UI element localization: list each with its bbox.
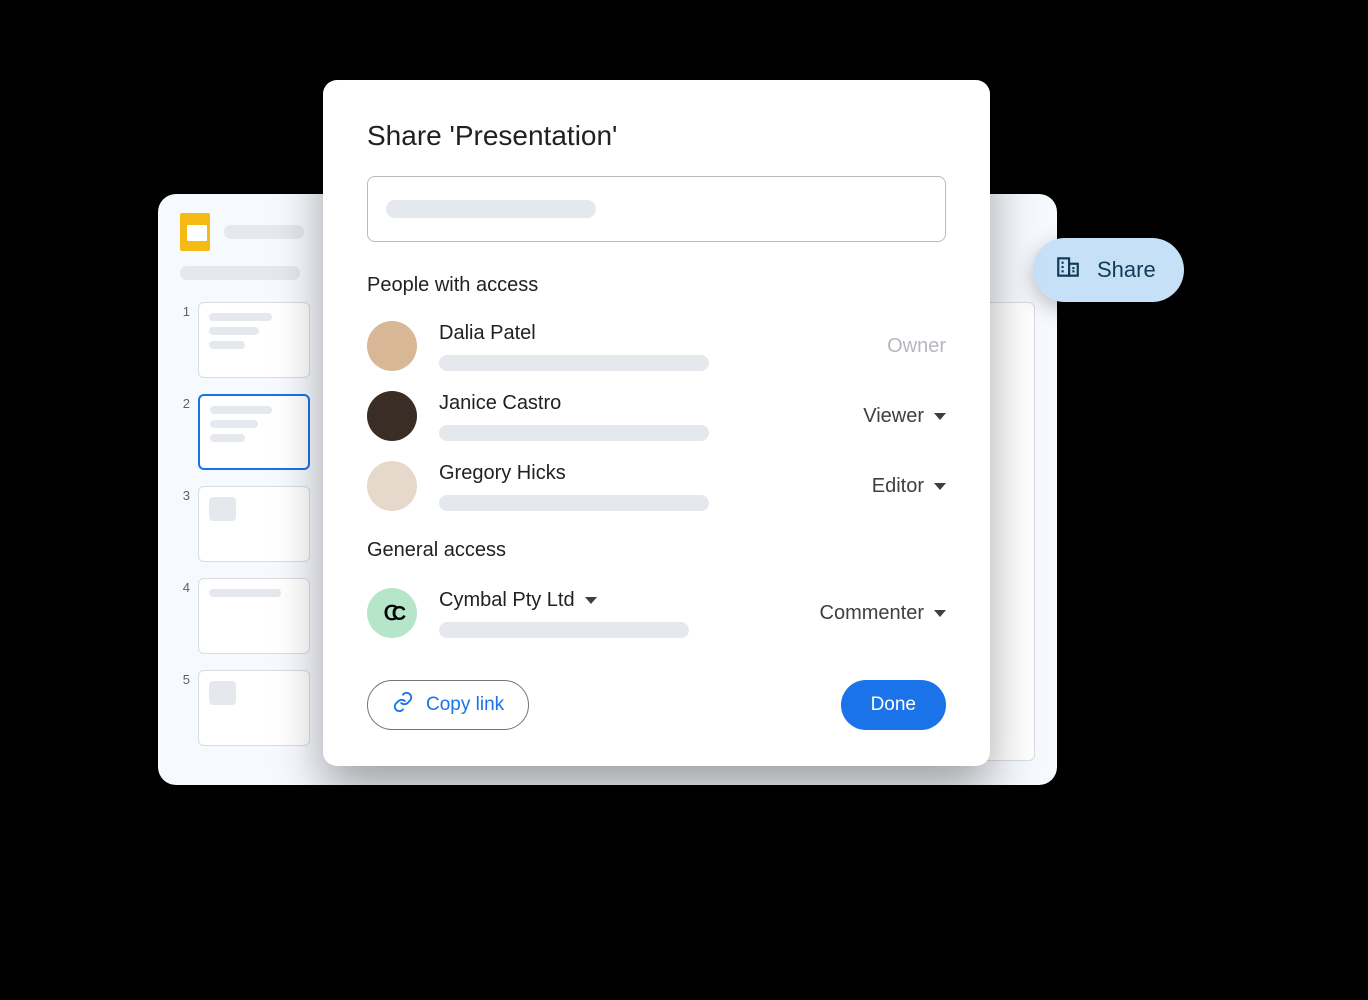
org-subtext-placeholder	[439, 622, 689, 638]
editor-toolbar-placeholder	[180, 266, 300, 280]
people-with-access-heading: People with access	[367, 274, 946, 297]
person-email-placeholder	[439, 495, 709, 511]
chevron-down-icon	[934, 610, 946, 617]
avatar	[367, 461, 417, 511]
building-icon	[1055, 254, 1081, 286]
copy-link-label: Copy link	[426, 694, 504, 716]
done-button[interactable]: Done	[841, 680, 946, 730]
share-dialog: Share 'Presentation' People with access …	[323, 80, 990, 766]
person-name: Gregory Hicks	[439, 462, 850, 485]
slide-thumbnail[interactable]: 3	[180, 486, 316, 562]
chevron-down-icon	[934, 483, 946, 490]
avatar	[367, 391, 417, 441]
done-label: Done	[871, 694, 916, 715]
slide-thumbnail-strip: 1 2 3 4 5	[180, 302, 316, 761]
person-name: Janice Castro	[439, 392, 841, 415]
slide-number: 1	[180, 304, 190, 319]
share-button-label: Share	[1097, 257, 1156, 283]
general-access-heading: General access	[367, 539, 946, 562]
slide-number: 4	[180, 580, 190, 595]
person-email-placeholder	[439, 355, 709, 371]
avatar	[367, 321, 417, 371]
org-scope-dropdown[interactable]: Cymbal Pty Ltd	[439, 589, 798, 612]
copy-link-button[interactable]: Copy link	[367, 680, 529, 730]
slide-thumbnail[interactable]: 5	[180, 670, 316, 746]
dialog-title: Share 'Presentation'	[367, 120, 946, 152]
slide-number: 2	[180, 396, 190, 411]
org-avatar: ⅭC	[367, 588, 417, 638]
chevron-down-icon	[585, 597, 597, 604]
input-placeholder	[386, 200, 596, 218]
person-row: Dalia Patel Owner	[367, 311, 946, 381]
slide-thumbnail[interactable]: 1	[180, 302, 316, 378]
role-dropdown[interactable]: Viewer	[863, 405, 946, 428]
person-name: Dalia Patel	[439, 322, 865, 345]
person-row: Gregory Hicks Editor	[367, 451, 946, 521]
org-initials: ⅭC	[384, 601, 400, 626]
add-people-input[interactable]	[367, 176, 946, 242]
doc-title-placeholder	[224, 225, 304, 239]
link-icon	[392, 691, 414, 719]
slide-thumbnail[interactable]: 2	[180, 394, 316, 470]
google-slides-logo-icon	[180, 213, 210, 251]
slide-number: 3	[180, 488, 190, 503]
org-name: Cymbal Pty Ltd	[439, 589, 575, 612]
role-dropdown[interactable]: Editor	[872, 475, 946, 498]
general-access-row: ⅭC Cymbal Pty Ltd Commenter	[367, 576, 946, 650]
role-label: Owner	[887, 335, 946, 358]
chevron-down-icon	[934, 413, 946, 420]
role-dropdown[interactable]: Commenter	[820, 602, 946, 625]
slide-thumbnail[interactable]: 4	[180, 578, 316, 654]
person-row: Janice Castro Viewer	[367, 381, 946, 451]
share-button[interactable]: Share	[1033, 238, 1184, 302]
person-email-placeholder	[439, 425, 709, 441]
slide-number: 5	[180, 672, 190, 687]
